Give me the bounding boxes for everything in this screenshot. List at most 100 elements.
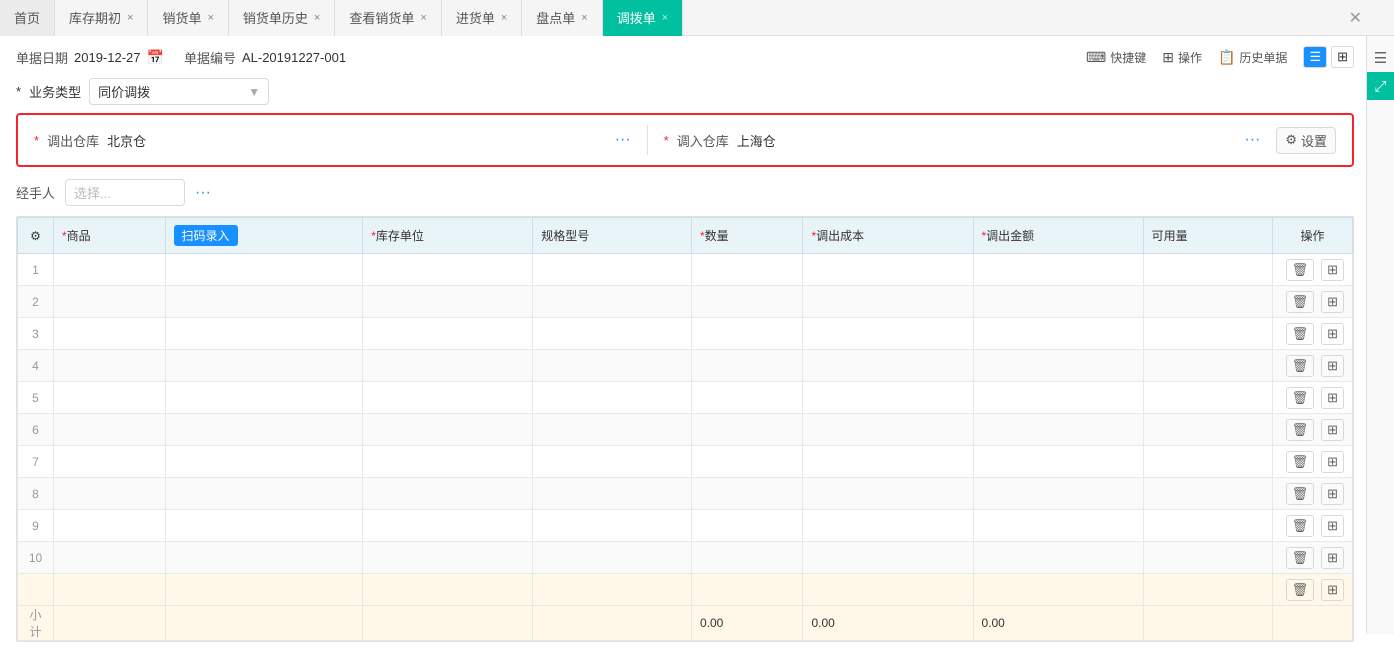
subtotal-label-cell: 小计 — [18, 606, 54, 641]
product-cell-4[interactable] — [54, 350, 166, 382]
transfer-out-more-button[interactable]: ··· — [615, 131, 631, 149]
row-number-2: 2 — [18, 286, 54, 318]
delete-row-6-button[interactable]: 🗑 — [1286, 419, 1315, 441]
ops-cell-11: 🗑 ⊞ — [1273, 574, 1353, 606]
operation-button[interactable]: ⊞ 操作 — [1162, 49, 1202, 66]
copy-row-7-button[interactable]: ⊞ — [1321, 451, 1344, 473]
copy-row-11-button[interactable]: ⊞ — [1321, 579, 1344, 601]
unit-cell-1 — [363, 254, 533, 286]
transfer-in-more-button[interactable]: ··· — [1244, 131, 1260, 149]
product-cell-1[interactable] — [54, 254, 166, 286]
delete-row-3-button[interactable]: 🗑 — [1286, 323, 1315, 345]
copy-row-8-button[interactable]: ⊞ — [1321, 483, 1344, 505]
window-close-button[interactable]: ✕ — [1349, 8, 1362, 28]
tab-home[interactable]: 首页 — [0, 0, 55, 36]
operation-icon: ⊞ — [1162, 49, 1174, 66]
tab-view-sales[interactable]: 查看销货单× — [335, 0, 441, 36]
col-cost: *调出成本 — [803, 218, 973, 254]
delete-row-8-button[interactable]: 🗑 — [1286, 483, 1315, 505]
tab-sales-order[interactable]: 销货单 × — [148, 0, 228, 36]
copy-row-3-button[interactable]: ⊞ — [1321, 323, 1344, 345]
cost-cell-4 — [803, 350, 973, 382]
person-placeholder-text: 选择... — [74, 186, 111, 201]
delete-row-11-button[interactable]: 🗑 — [1286, 579, 1315, 601]
copy-row-2-button[interactable]: ⊞ — [1321, 291, 1344, 313]
history-button[interactable]: 📋 历史单据 — [1218, 49, 1287, 66]
cost-cell-1 — [803, 254, 973, 286]
product-cell-7[interactable] — [54, 446, 166, 478]
layout-btn-2[interactable]: ⊞ — [1331, 46, 1354, 68]
delete-row-2-button[interactable]: 🗑 — [1286, 291, 1315, 313]
copy-row-6-button[interactable]: ⊞ — [1321, 419, 1344, 441]
transfer-out-value: 北京仓 — [107, 131, 607, 150]
calendar-icon[interactable]: 📅 — [147, 49, 164, 66]
tab-inventory-check[interactable]: 盘点单× — [522, 0, 602, 36]
spec-cell-10 — [533, 542, 692, 574]
tab-inventory-init[interactable]: 库存期初× — [55, 0, 148, 36]
available-cell-6 — [1143, 414, 1272, 446]
tab-purchase-order[interactable]: 进货单× — [442, 0, 522, 36]
subtotal-u — [363, 606, 533, 641]
delete-row-1-button[interactable]: 🗑 — [1286, 259, 1315, 281]
tab-label-sales-order: 销货单 — [162, 8, 201, 27]
tab-close-transfer-order[interactable]: × — [662, 12, 668, 24]
col-gear[interactable]: ⚙ — [18, 218, 54, 254]
product-cell-8[interactable] — [54, 478, 166, 510]
scan-cell-5 — [165, 382, 363, 414]
dropdown-arrow-icon: ▼ — [248, 85, 260, 99]
business-type-select[interactable]: 同价调拨 ▼ — [89, 78, 269, 105]
cost-cell-7 — [803, 446, 973, 478]
unit-cell-8 — [363, 478, 533, 510]
table-row: 1 🗑 ⊞ — [18, 254, 1353, 286]
copy-row-5-button[interactable]: ⊞ — [1321, 387, 1344, 409]
product-cell-6[interactable] — [54, 414, 166, 446]
amount-cell-11 — [973, 574, 1143, 606]
col-amount: *调出金额 — [973, 218, 1143, 254]
person-more-button[interactable]: ··· — [195, 184, 211, 202]
product-cell-11[interactable] — [54, 574, 166, 606]
product-cell-5[interactable] — [54, 382, 166, 414]
tab-close-sales-order[interactable]: × — [207, 12, 213, 24]
tab-close-view-sales[interactable]: × — [420, 12, 426, 24]
amount-cell-9 — [973, 510, 1143, 542]
scan-button[interactable]: 扫码录入 — [174, 225, 238, 246]
table-row: 9 🗑 ⊞ — [18, 510, 1353, 542]
layout-toggle: ☰ ⊞ — [1303, 46, 1354, 68]
business-type-value: 同价调拨 — [98, 82, 150, 101]
layout-btn-1[interactable]: ☰ — [1303, 46, 1327, 68]
copy-row-1-button[interactable]: ⊞ — [1321, 259, 1344, 281]
delete-row-10-button[interactable]: 🗑 — [1286, 547, 1315, 569]
shortcut-button[interactable]: ⌨ 快捷键 — [1086, 49, 1146, 66]
cost-cell-5 — [803, 382, 973, 414]
sidebar-expand-icon[interactable]: ⤢ — [1367, 72, 1394, 100]
tab-close-inventory-init[interactable]: × — [127, 12, 133, 24]
qty-cell-5 — [691, 382, 803, 414]
delete-row-5-button[interactable]: 🗑 — [1286, 387, 1315, 409]
delete-row-4-button[interactable]: 🗑 — [1286, 355, 1315, 377]
tab-close-purchase-order[interactable]: × — [501, 12, 507, 24]
sidebar-list-icon[interactable]: ☰ — [1367, 44, 1394, 72]
settings-gear-icon: ⚙ — [1285, 132, 1297, 148]
copy-row-4-button[interactable]: ⊞ — [1321, 355, 1344, 377]
person-select[interactable]: 选择... — [65, 179, 185, 206]
doc-field: 单据编号 AL-20191227-001 — [184, 48, 346, 67]
product-cell-2[interactable] — [54, 286, 166, 318]
product-cell-9[interactable] — [54, 510, 166, 542]
tab-sales-history[interactable]: 销货单历史× — [229, 0, 335, 36]
spec-cell-4 — [533, 350, 692, 382]
tab-transfer-order[interactable]: 调拨单× — [603, 0, 683, 36]
product-cell-3[interactable] — [54, 318, 166, 350]
product-cell-10[interactable] — [54, 542, 166, 574]
scan-cell-9 — [165, 510, 363, 542]
amount-cell-1 — [973, 254, 1143, 286]
tab-close-inventory-check[interactable]: × — [581, 12, 587, 24]
tab-close-sales-history[interactable]: × — [314, 12, 320, 24]
copy-row-9-button[interactable]: ⊞ — [1321, 515, 1344, 537]
col-qty: *数量 — [691, 218, 803, 254]
delete-row-7-button[interactable]: 🗑 — [1286, 451, 1315, 473]
delete-row-9-button[interactable]: 🗑 — [1286, 515, 1315, 537]
table-header: ⚙ *商品 扫码录入 *库存单位 规格型号 *数量 *调出成本 *调出金额 可用… — [18, 218, 1353, 254]
copy-row-10-button[interactable]: ⊞ — [1321, 547, 1344, 569]
subtotal-amount-val: 0.00 — [973, 606, 1143, 641]
settings-button[interactable]: ⚙ 设置 — [1276, 127, 1336, 154]
